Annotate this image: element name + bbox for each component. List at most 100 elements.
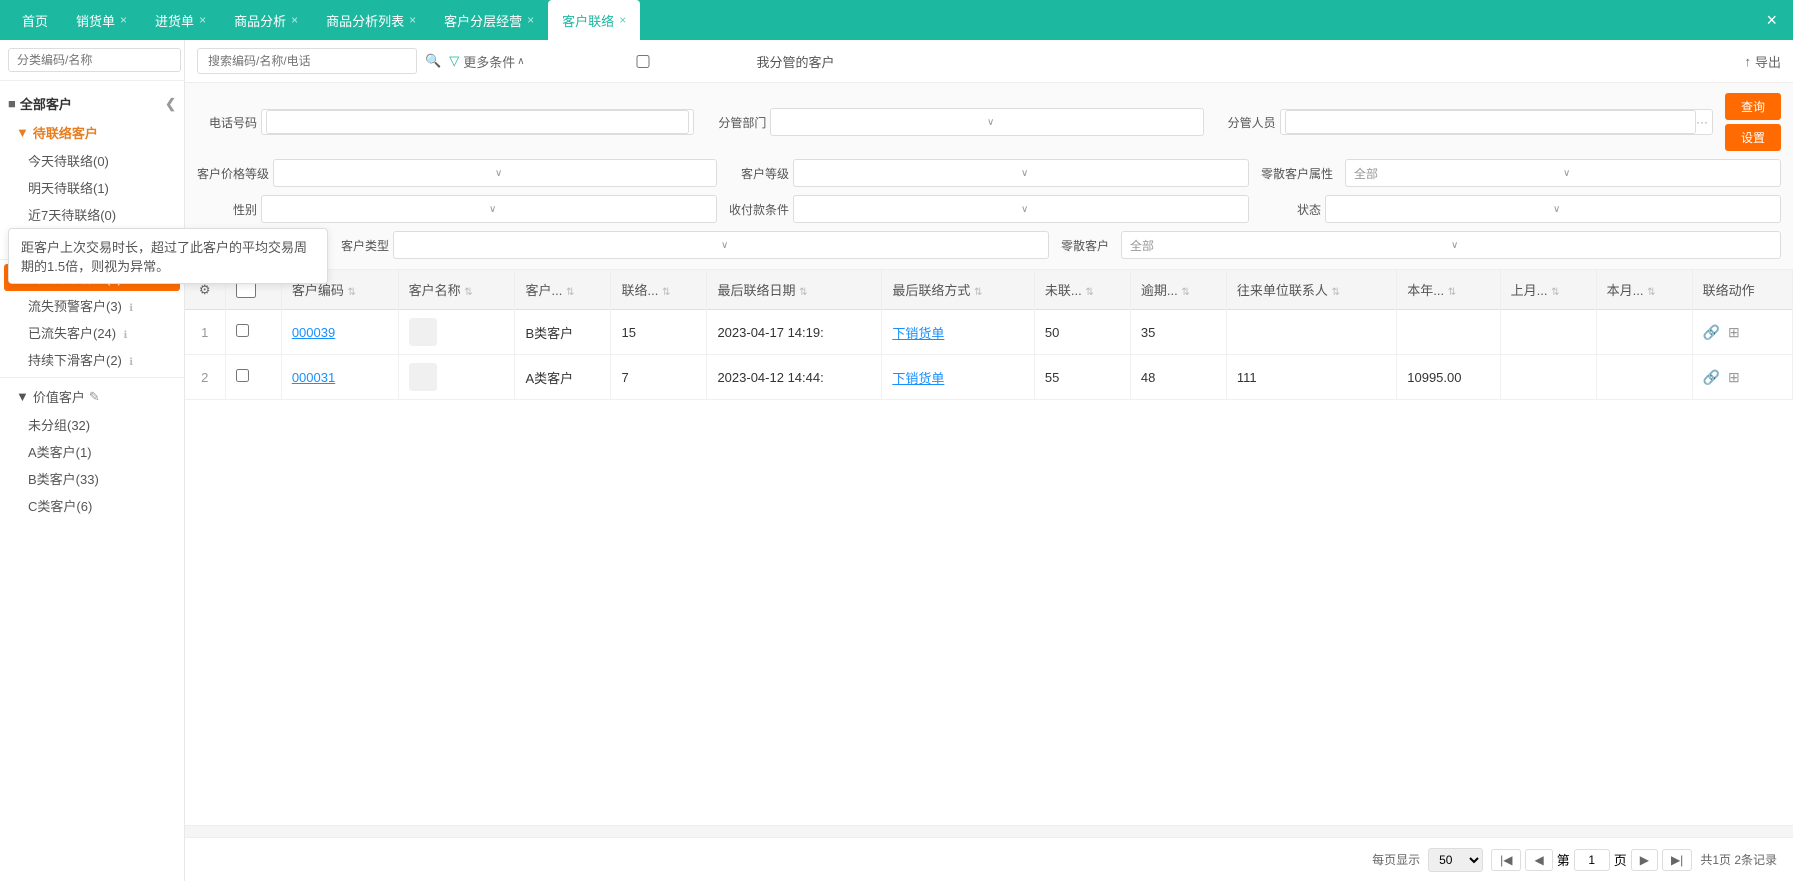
nav-close-icon[interactable]: × [619,13,626,27]
sidebar-all-customers[interactable]: ■ 全部客户 ❮ [0,89,184,118]
export-icon: ↑ [1744,54,1751,69]
sidebar-item-lost[interactable]: 已流失客户(24) ℹ [0,319,184,346]
nav-close-icon[interactable]: × [527,13,534,27]
my-customers-checkbox-group: 我分管的客户 [533,52,835,71]
pagination-bar: 每页显示 50 20 100 |◀ ◀ 第 页 ▶ ▶| 共1页 2条记录 [185,837,1793,881]
sidebar-item-7days[interactable]: 近7天待联络(0) [0,201,184,228]
page-number-input[interactable] [1574,849,1610,871]
row-last-contact-method[interactable]: 下销货单 [882,355,1035,400]
sidebar-item-class-a[interactable]: A类客户(1) [0,438,184,465]
col-contact-count[interactable]: 联络... [611,270,707,310]
customer-type-label: 客户类型 [329,237,389,254]
detail-icon[interactable]: ⊞ [1728,324,1740,341]
col-last-contact-method[interactable]: 最后联络方式 [882,270,1035,310]
row-this-month [1596,355,1692,400]
sidebar-item-tomorrow[interactable]: 明天待联络(1) [0,174,184,201]
filter-icon: ▽ [449,53,459,69]
edit-icon[interactable]: ✎ [89,389,100,405]
row-code[interactable]: 000039 [281,310,398,355]
horizontal-scrollbar[interactable] [185,825,1793,837]
sidebar-item-today[interactable]: 今天待联络(0) [0,147,184,174]
sidebar-item-class-c[interactable]: C类客户(6) [0,492,184,519]
row-contact-person: 111 [1226,355,1396,400]
row-contact-count: 7 [611,355,707,400]
row-select-checkbox[interactable] [236,369,249,382]
dots-icon[interactable]: ··· [1696,115,1708,129]
row-last-contact-method[interactable]: 下销货单 [882,310,1035,355]
nav-close-icon[interactable]: × [120,13,127,27]
phone-input[interactable] [266,110,689,134]
row-overdue: 48 [1130,355,1226,400]
tooltip-text: 距客户上次交易时长，超过了此客户的平均交易周期的1.5倍，则视为异常。 [21,240,307,274]
nav-customer-segment[interactable]: 客户分层经营 × [430,0,548,40]
search-icon[interactable]: 🔍 [425,53,441,69]
contact-icon[interactable]: 🔗 [1703,369,1720,386]
query-button[interactable]: 查询 [1725,93,1781,120]
export-button[interactable]: ↑ 导出 [1744,52,1781,71]
detail-icon[interactable]: ⊞ [1728,369,1740,386]
phone-label: 电话号码 [197,114,257,131]
col-uncontacted[interactable]: 未联... [1034,270,1130,310]
sidebar-tree: ■ 全部客户 ❮ ▼ 待联络客户 今天待联络(0) 明天待联络(1) 近7天待联… [0,81,184,881]
col-name[interactable]: 客户名称 [398,270,515,310]
customer-level-field: 客户等级 ∨ [729,159,1249,187]
retail-customer-select[interactable]: 全部 ∨ [1121,231,1781,259]
prev-page-button[interactable]: ◀ [1525,849,1552,871]
col-customer-level[interactable]: 客户... [515,270,611,310]
per-page-select[interactable]: 50 20 100 [1428,848,1483,872]
first-page-button[interactable]: |◀ [1491,849,1521,871]
more-conditions-button[interactable]: ▽ 更多条件 ∧ [449,52,524,71]
collapse-icon[interactable]: ❮ [165,96,176,112]
retail-attr-select[interactable]: 全部 ∨ [1345,159,1781,187]
next-page-button[interactable]: ▶ [1631,849,1658,871]
window-close-button[interactable]: × [1758,10,1785,31]
nav-purchase-order[interactable]: 进货单 × [141,0,220,40]
nav-close-icon[interactable]: × [409,13,416,27]
nav-product-analysis-list[interactable]: 商品分析列表 × [312,0,430,40]
nav-home[interactable]: 首页 [8,0,62,40]
sidebar-search-input[interactable] [8,48,181,72]
branch-person-input[interactable] [1285,110,1696,134]
col-this-year[interactable]: 本年... [1397,270,1500,310]
customer-price-level-select[interactable]: ∨ [273,159,717,187]
sidebar-item-ungrouped[interactable]: 未分组(32) [0,411,184,438]
customer-avatar [409,363,437,391]
nav-customer-contact[interactable]: 客户联络 × [548,0,640,40]
last-page-button[interactable]: ▶| [1662,849,1692,871]
gender-select[interactable]: ∨ [261,195,717,223]
sidebar-value-customer-section[interactable]: ▼ 价值客户 ✎ [0,382,184,411]
sidebar-item-declining[interactable]: 持续下滑客户(2) ℹ [0,346,184,373]
branch-dept-field: 分管部门 ∨ [706,108,1203,136]
row-overdue: 35 [1130,310,1226,355]
payment-terms-label: 收付款条件 [729,201,789,218]
phone-field: 电话号码 [197,109,694,135]
my-customers-checkbox[interactable] [533,55,753,68]
nav-product-analysis[interactable]: 商品分析 × [220,0,312,40]
nav-sales-order[interactable]: 销货单 × [62,0,141,40]
contact-icon[interactable]: 🔗 [1703,324,1720,341]
col-last-month[interactable]: 上月... [1500,270,1596,310]
col-contact-person[interactable]: 往来单位联系人 [1226,270,1396,310]
customer-level-select[interactable]: ∨ [793,159,1249,187]
sidebar-item-loss-warning[interactable]: 流失预警客户(3) ℹ [0,292,184,319]
row-code[interactable]: 000031 [281,355,398,400]
section-arrow-icon: ▼ [16,125,29,140]
row-select-checkbox[interactable] [236,324,249,337]
sidebar-pending-section[interactable]: ▼ 待联络客户 [0,118,184,147]
sidebar-item-class-b[interactable]: B类客户(33) [0,465,184,492]
payment-terms-select[interactable]: ∨ [793,195,1249,223]
customer-type-select[interactable]: ∨ [393,231,1049,259]
col-this-month[interactable]: 本月... [1596,270,1692,310]
status-select[interactable]: ∨ [1325,195,1781,223]
col-overdue[interactable]: 逾期... [1130,270,1226,310]
nav-close-icon[interactable]: × [291,13,298,27]
branch-dept-select[interactable]: ∨ [770,108,1203,136]
col-last-contact-date[interactable]: 最后联络日期 [707,270,882,310]
nav-close-icon[interactable]: × [199,13,206,27]
row-index: 2 [185,355,225,400]
search-input[interactable] [197,48,417,74]
row-last-month [1500,355,1596,400]
row-this-year: 10995.00 [1397,355,1500,400]
set-button[interactable]: 设置 [1725,124,1781,151]
payment-terms-field: 收付款条件 ∨ [729,195,1249,223]
